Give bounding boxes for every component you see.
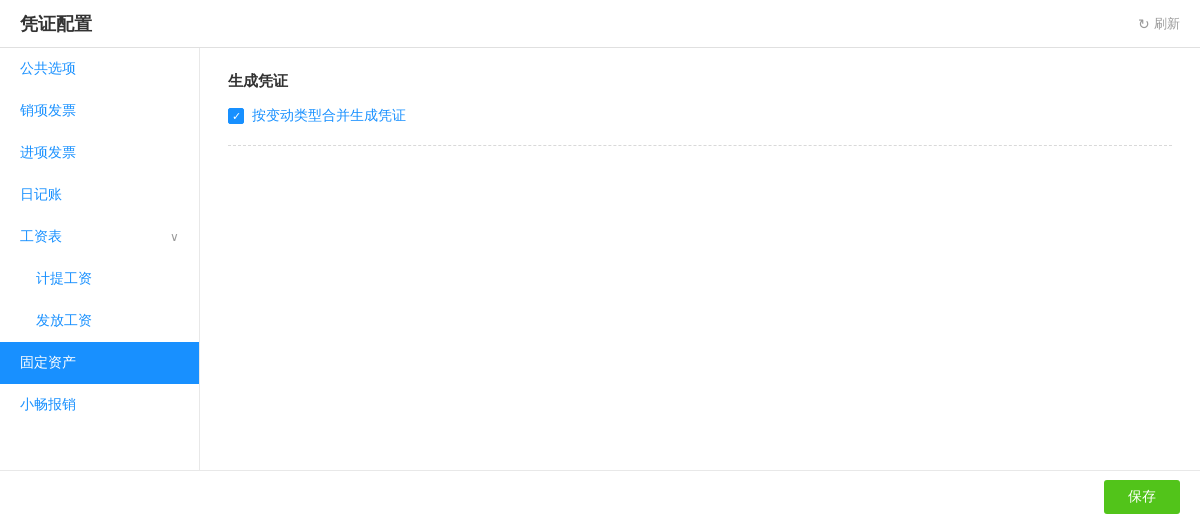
sidebar-item-purchase-invoice[interactable]: 进项发票 bbox=[0, 132, 199, 174]
sidebar-item-calculate-salary[interactable]: 计提工资 bbox=[0, 258, 199, 300]
refresh-button[interactable]: ↻ 刷新 bbox=[1138, 15, 1180, 33]
sidebar-item-fixed-assets[interactable]: 固定资产 bbox=[0, 342, 199, 384]
sidebar-label-payroll-table: 工资表 bbox=[20, 228, 62, 246]
main-layout: 公共选项销项发票进项发票日记账工资表 ∨ 计提工资发放工资固定资产小畅报销 生成凭证… bbox=[0, 48, 1200, 470]
refresh-label: 刷新 bbox=[1154, 15, 1180, 33]
sidebar-label-distribute-salary: 发放工资 bbox=[36, 312, 92, 330]
sidebar-item-sales-invoice[interactable]: 销项发票 bbox=[0, 90, 199, 132]
sidebar-label-expense-report: 小畅报销 bbox=[20, 396, 76, 414]
section-title: 生成凭证 bbox=[228, 72, 1172, 91]
save-button[interactable]: 保存 bbox=[1104, 480, 1180, 514]
sidebar-item-payroll-table[interactable]: 工资表 ∨ bbox=[0, 216, 199, 258]
content-area: 生成凭证 按变动类型合并生成凭证 bbox=[200, 48, 1200, 470]
checkbox-row: 按变动类型合并生成凭证 bbox=[228, 107, 1172, 125]
sidebar-item-expense-report[interactable]: 小畅报销 bbox=[0, 384, 199, 426]
page-footer: 保存 bbox=[0, 470, 1200, 522]
sidebar-label-sales-invoice: 销项发票 bbox=[20, 102, 76, 120]
sidebar: 公共选项销项发票进项发票日记账工资表 ∨ 计提工资发放工资固定资产小畅报销 bbox=[0, 48, 200, 470]
sidebar-item-public-options[interactable]: 公共选项 bbox=[0, 48, 199, 90]
page-title: 凭证配置 bbox=[20, 12, 92, 36]
refresh-icon: ↻ bbox=[1138, 16, 1150, 32]
sidebar-label-public-options: 公共选项 bbox=[20, 60, 76, 78]
sidebar-item-journal[interactable]: 日记账 bbox=[0, 174, 199, 216]
sidebar-label-fixed-assets: 固定资产 bbox=[20, 354, 76, 372]
merge-voucher-checkbox[interactable] bbox=[228, 108, 244, 124]
sidebar-label-calculate-salary: 计提工资 bbox=[36, 270, 92, 288]
sidebar-label-journal: 日记账 bbox=[20, 186, 62, 204]
section-divider bbox=[228, 145, 1172, 146]
sidebar-label-purchase-invoice: 进项发票 bbox=[20, 144, 76, 162]
sidebar-item-distribute-salary[interactable]: 发放工资 bbox=[0, 300, 199, 342]
merge-voucher-label[interactable]: 按变动类型合并生成凭证 bbox=[252, 107, 406, 125]
chevron-down-icon: ∨ bbox=[170, 230, 179, 244]
page-header: 凭证配置 ↻ 刷新 bbox=[0, 0, 1200, 48]
